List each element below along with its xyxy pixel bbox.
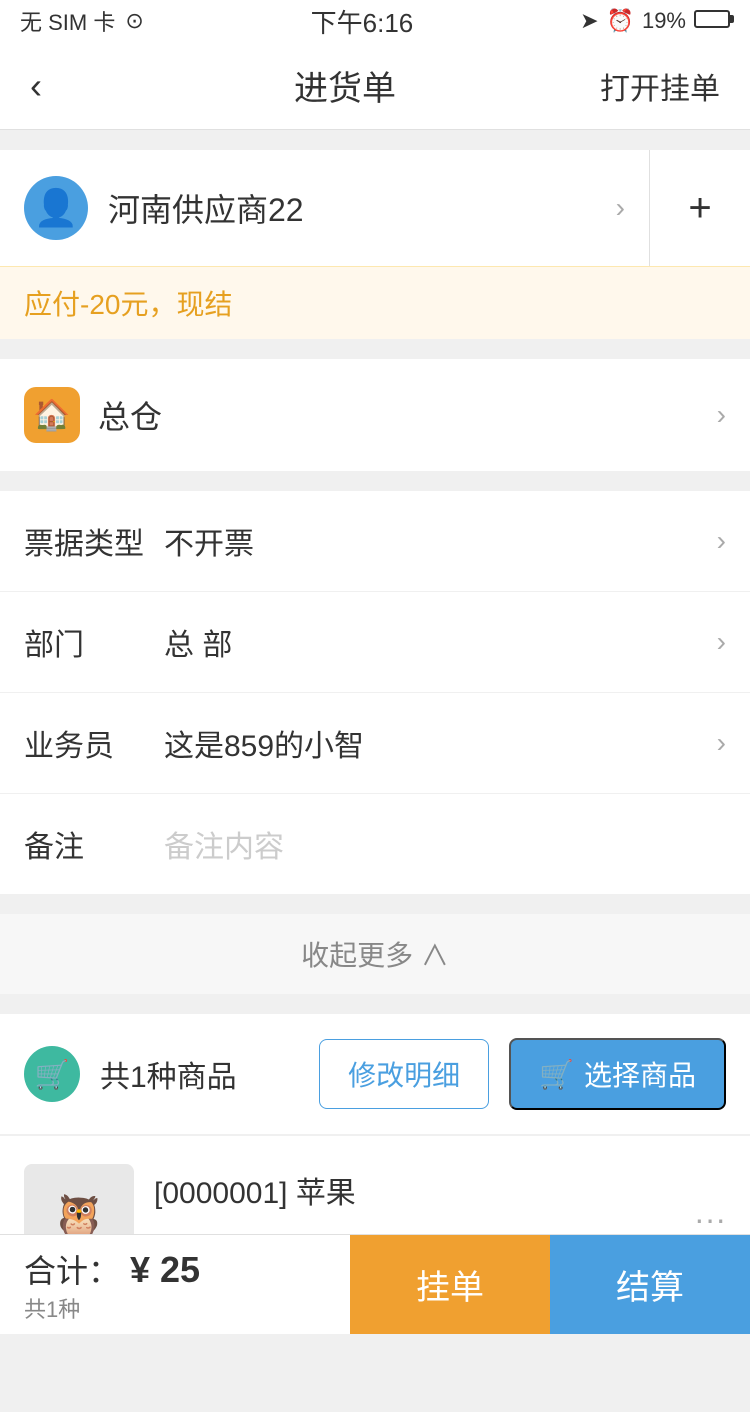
product-code: [0000001] [154,1177,287,1210]
total-sub: 共1种 [24,1292,326,1324]
invoice-type-value: 不开票 [164,519,717,563]
status-bar: 无 SIM 卡 ⊙ 下午6:16 ➤ ⏰ 19% [0,0,750,42]
department-value: 总 部 [164,620,717,664]
chevron-right-icon: › [717,727,726,759]
status-bar-right: ➤ ⏰ 19% [580,8,730,34]
bottom-bar: 合计： ¥ 25 共1种 挂单 结算 [0,1234,750,1334]
product-title: 苹果 [296,1177,356,1210]
carrier-text: 无 SIM 卡 [20,5,115,37]
department-label: 部门 [24,620,164,664]
select-product-label: 选择商品 [584,1054,696,1094]
supplier-name: 河南供应商22 [108,185,616,231]
supplier-section: 👤 河南供应商22 › + [0,150,750,266]
back-button[interactable]: ‹ [30,65,90,107]
modify-detail-button[interactable]: 修改明细 [319,1039,489,1109]
total-row: 合计： ¥ 25 [24,1246,326,1292]
open-hang-button[interactable]: 打开挂单 [600,64,720,108]
checkout-button[interactable]: 结算 [550,1235,750,1334]
department-row[interactable]: 部门 总 部 › [0,592,750,693]
total-label: 合计： [24,1246,120,1292]
person-icon: 👤 [34,187,79,229]
warehouse-icon: 🏠 [24,387,80,443]
home-icon: 🏠 [33,398,70,433]
main-content: 👤 河南供应商22 › + 应付-20元，现结 🏠 总仓 › 票据类型 不开票 … [0,130,750,1412]
chevron-right-icon: › [717,399,726,431]
cart-icon: 🛒 [35,1058,70,1091]
wifi-icon: ⊙ [125,8,143,34]
battery-percent: 19% [642,8,686,34]
nav-bar: ‹ 进货单 打开挂单 [0,42,750,130]
product-name: [0000001] 苹果 [154,1168,674,1212]
cart-select-icon: 🛒 [539,1058,574,1091]
products-header: 🛒 共1种商品 修改明细 🛒 选择商品 [0,1014,750,1134]
page-title: 进货单 [294,61,396,110]
salesperson-row[interactable]: 业务员 这是859的小智 › [0,693,750,794]
product-more-button[interactable]: ··· [694,1201,726,1238]
battery-icon [694,8,730,34]
warehouse-section: 🏠 总仓 › [0,359,750,471]
warehouse-row[interactable]: 🏠 总仓 › [0,359,750,471]
chevron-right-icon: › [616,192,625,224]
salesperson-value: 这是859的小智 [164,721,717,765]
invoice-type-label: 票据类型 [24,519,164,563]
total-amount: ¥ 25 [130,1249,200,1291]
remarks-placeholder: 备注内容 [164,822,726,866]
status-bar-left: 无 SIM 卡 ⊙ [20,5,144,37]
payment-notice: 应付-20元，现结 [0,266,750,339]
invoice-type-row[interactable]: 票据类型 不开票 › [0,491,750,592]
form-section: 票据类型 不开票 › 部门 总 部 › 业务员 这是859的小智 › 备注 备注… [0,491,750,894]
alarm-icon: ⏰ [607,8,634,34]
collapse-bar[interactable]: 收起更多 ∧ [0,914,750,994]
supplier-selector[interactable]: 👤 河南供应商22 › [0,150,650,266]
add-supplier-button[interactable]: + [650,150,750,266]
remarks-row[interactable]: 备注 备注内容 [0,794,750,894]
hang-button[interactable]: 挂单 [350,1235,550,1334]
warehouse-name: 总仓 [98,392,717,438]
select-product-button[interactable]: 🛒 选择商品 [509,1038,726,1110]
location-icon: ➤ [580,8,598,34]
supplier-avatar: 👤 [24,176,88,240]
collapse-text: 收起更多 ∧ [301,934,449,974]
products-icon: 🛒 [24,1046,80,1102]
chevron-right-icon: › [717,525,726,557]
products-count: 共1种商品 [100,1052,299,1096]
remarks-label: 备注 [24,822,164,866]
bottom-total: 合计： ¥ 25 共1种 [0,1235,350,1334]
status-bar-time: 下午6:16 [311,3,414,40]
divider-top [0,130,750,150]
salesperson-label: 业务员 [24,721,164,765]
chevron-right-icon: › [717,626,726,658]
